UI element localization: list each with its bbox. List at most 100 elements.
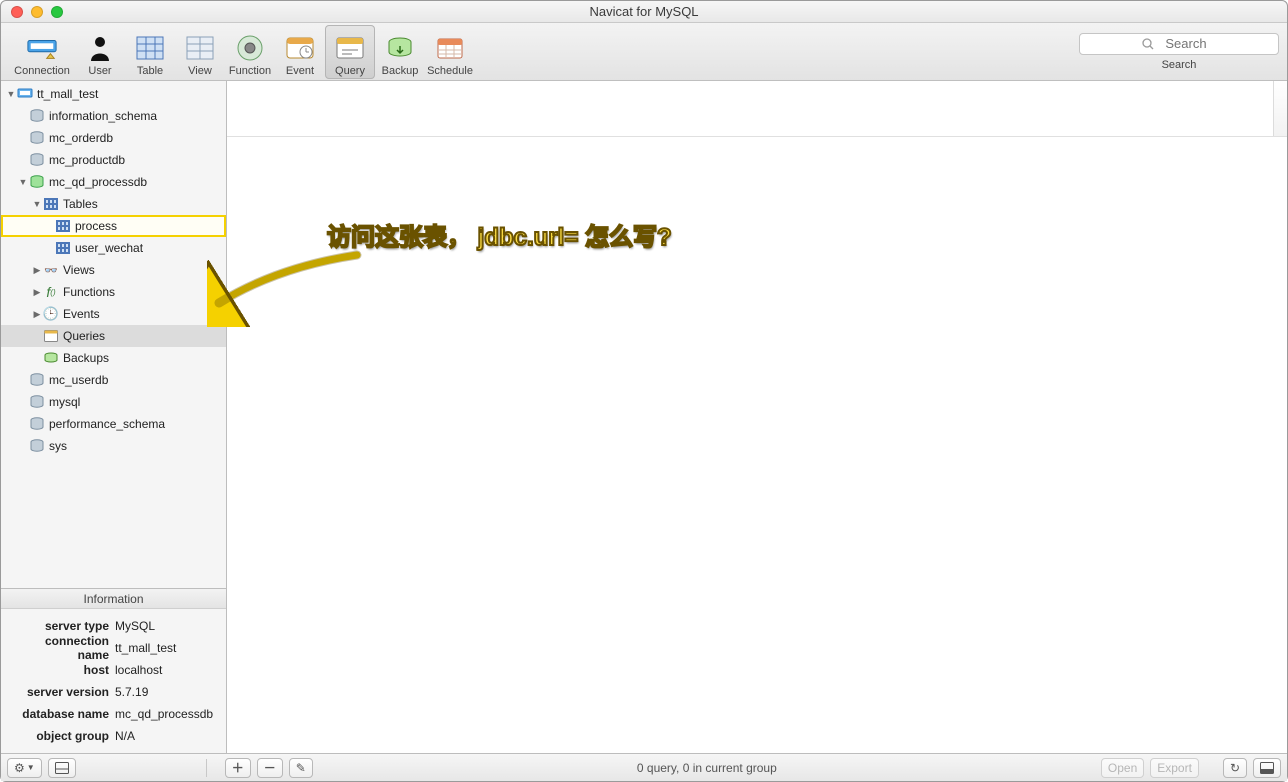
database-icon <box>29 416 45 432</box>
events-icon: 🕒 <box>43 306 59 322</box>
toolbar-connection[interactable]: Connection <box>9 25 75 79</box>
connection-tree[interactable]: ▼ tt_mall_test information_schema mc_ord… <box>1 81 226 588</box>
edit-button[interactable]: ✎ <box>289 758 313 778</box>
tree-backups-folder[interactable]: Backups <box>1 347 226 369</box>
toolbar-event-label: Event <box>286 65 314 77</box>
export-button[interactable]: Export <box>1150 758 1199 778</box>
arrow-icon <box>207 247 367 327</box>
tree-db-mc-userdb[interactable]: mc_userdb <box>1 369 226 391</box>
tree-queries-folder[interactable]: Queries <box>1 325 226 347</box>
info-val: tt_mall_test <box>115 641 176 655</box>
history-toggle-button[interactable] <box>48 758 76 778</box>
toolbar-function[interactable]: Function <box>225 25 275 79</box>
query-icon <box>334 33 366 63</box>
toolbar-view[interactable]: View <box>175 25 225 79</box>
caret-right-icon[interactable]: ▶ <box>31 287 43 298</box>
tree-views-label: Views <box>63 263 95 277</box>
event-icon <box>284 33 316 63</box>
database-icon <box>29 438 45 454</box>
toolbar-user-label: User <box>88 65 111 77</box>
add-button[interactable]: ＋ <box>225 758 251 778</box>
toolbar-query-label: Query <box>335 65 365 77</box>
main-content: 访问这张表， jdbc.url= 怎么写? <box>227 137 1287 753</box>
tree-events-folder[interactable]: ▶ 🕒 Events <box>1 303 226 325</box>
tree-db-label: mc_userdb <box>49 373 108 387</box>
info-val: mc_qd_processdb <box>115 707 213 721</box>
schedule-icon <box>434 33 466 63</box>
tree-events-label: Events <box>63 307 100 321</box>
tree-table-process[interactable]: process <box>1 215 226 237</box>
tree-views-folder[interactable]: ▶ 👓 Views <box>1 259 226 281</box>
toolbar-backup[interactable]: Backup <box>375 25 425 79</box>
function-icon <box>234 33 266 63</box>
chevron-down-icon: ▼ <box>27 763 35 772</box>
settings-menu-button[interactable]: ⚙▼ <box>7 758 42 778</box>
info-key: object group <box>11 729 115 743</box>
connection-icon <box>26 33 58 63</box>
tree-db-mc-productdb[interactable]: mc_productdb <box>1 149 226 171</box>
open-button[interactable]: Open <box>1101 758 1144 778</box>
info-val: 5.7.19 <box>115 685 148 699</box>
user-icon <box>84 33 116 63</box>
app-window: Navicat for MySQL Connection User Table … <box>0 0 1288 782</box>
search-label: Search <box>1162 59 1197 71</box>
tree-table-user-wechat[interactable]: user_wechat <box>1 237 226 259</box>
info-val: MySQL <box>115 619 155 633</box>
caret-down-icon[interactable]: ▼ <box>31 199 43 209</box>
tree-db-sys[interactable]: sys <box>1 435 226 457</box>
tree-db-mc-qd-processdb[interactable]: ▼ mc_qd_processdb <box>1 171 226 193</box>
plus-icon: ＋ <box>232 759 244 776</box>
search-input[interactable] <box>1156 36 1216 51</box>
toolbar-schedule-label: Schedule <box>427 65 473 77</box>
tree-queries-label: Queries <box>63 329 105 343</box>
info-row: connection namett_mall_test <box>11 637 216 659</box>
tree-connection[interactable]: ▼ tt_mall_test <box>1 83 226 105</box>
statusbar-right: Open Export ↻ <box>1101 758 1281 778</box>
tree-db-label: mysql <box>49 395 80 409</box>
refresh-button[interactable]: ↻ <box>1223 758 1247 778</box>
tree-tables-label: Tables <box>63 197 98 211</box>
caret-down-icon[interactable]: ▼ <box>5 89 17 99</box>
info-row: database namemc_qd_processdb <box>11 703 216 725</box>
toolbar-schedule[interactable]: Schedule <box>425 25 475 79</box>
main-area: 访问这张表， jdbc.url= 怎么写? <box>227 81 1287 753</box>
tree-tables-folder[interactable]: ▼ Tables <box>1 193 226 215</box>
caret-right-icon[interactable]: ▶ <box>31 309 43 320</box>
tree-db-mysql[interactable]: mysql <box>1 391 226 413</box>
info-row: object groupN/A <box>11 725 216 747</box>
info-key: connection name <box>11 634 115 662</box>
tree-functions-folder[interactable]: ▶ f() Functions <box>1 281 226 303</box>
toolbar: Connection User Table View Function Even… <box>1 23 1287 81</box>
toolbar-table[interactable]: Table <box>125 25 175 79</box>
database-icon <box>29 394 45 410</box>
sidebar: ▼ tt_mall_test information_schema mc_ord… <box>1 81 227 753</box>
statusbar-sep <box>206 759 207 777</box>
queries-icon <box>43 328 59 344</box>
toolbar-query[interactable]: Query <box>325 25 375 79</box>
table-group-icon <box>43 196 59 212</box>
annotation-text: 访问这张表， jdbc.url= 怎么写? <box>327 217 672 252</box>
caret-right-icon[interactable]: ▶ <box>31 265 43 276</box>
caret-down-icon[interactable]: ▼ <box>17 177 29 187</box>
toolbar-connection-label: Connection <box>14 65 70 77</box>
remove-button[interactable]: － <box>257 758 283 778</box>
toggle-info-button[interactable] <box>1253 758 1281 778</box>
tree-db-performance-schema[interactable]: performance_schema <box>1 413 226 435</box>
minus-icon: － <box>264 759 276 776</box>
statusbar-left: ⚙▼ <box>7 758 76 778</box>
tree-db-label: mc_orderdb <box>49 131 113 145</box>
tree-table-label: user_wechat <box>75 241 143 255</box>
tree-db-information-schema[interactable]: information_schema <box>1 105 226 127</box>
info-val: localhost <box>115 663 162 677</box>
search-box[interactable] <box>1079 33 1279 55</box>
toolbar-table-label: Table <box>137 65 163 77</box>
toolbar-event[interactable]: Event <box>275 25 325 79</box>
tree-db-label: mc_productdb <box>49 153 125 167</box>
info-val: N/A <box>115 729 135 743</box>
tree-db-label: mc_qd_processdb <box>49 175 147 189</box>
toolbar-user[interactable]: User <box>75 25 125 79</box>
tree-db-mc-orderdb[interactable]: mc_orderdb <box>1 127 226 149</box>
connection-icon <box>17 86 33 102</box>
info-key: server type <box>11 619 115 633</box>
tabstrip-spacer <box>1273 81 1287 136</box>
